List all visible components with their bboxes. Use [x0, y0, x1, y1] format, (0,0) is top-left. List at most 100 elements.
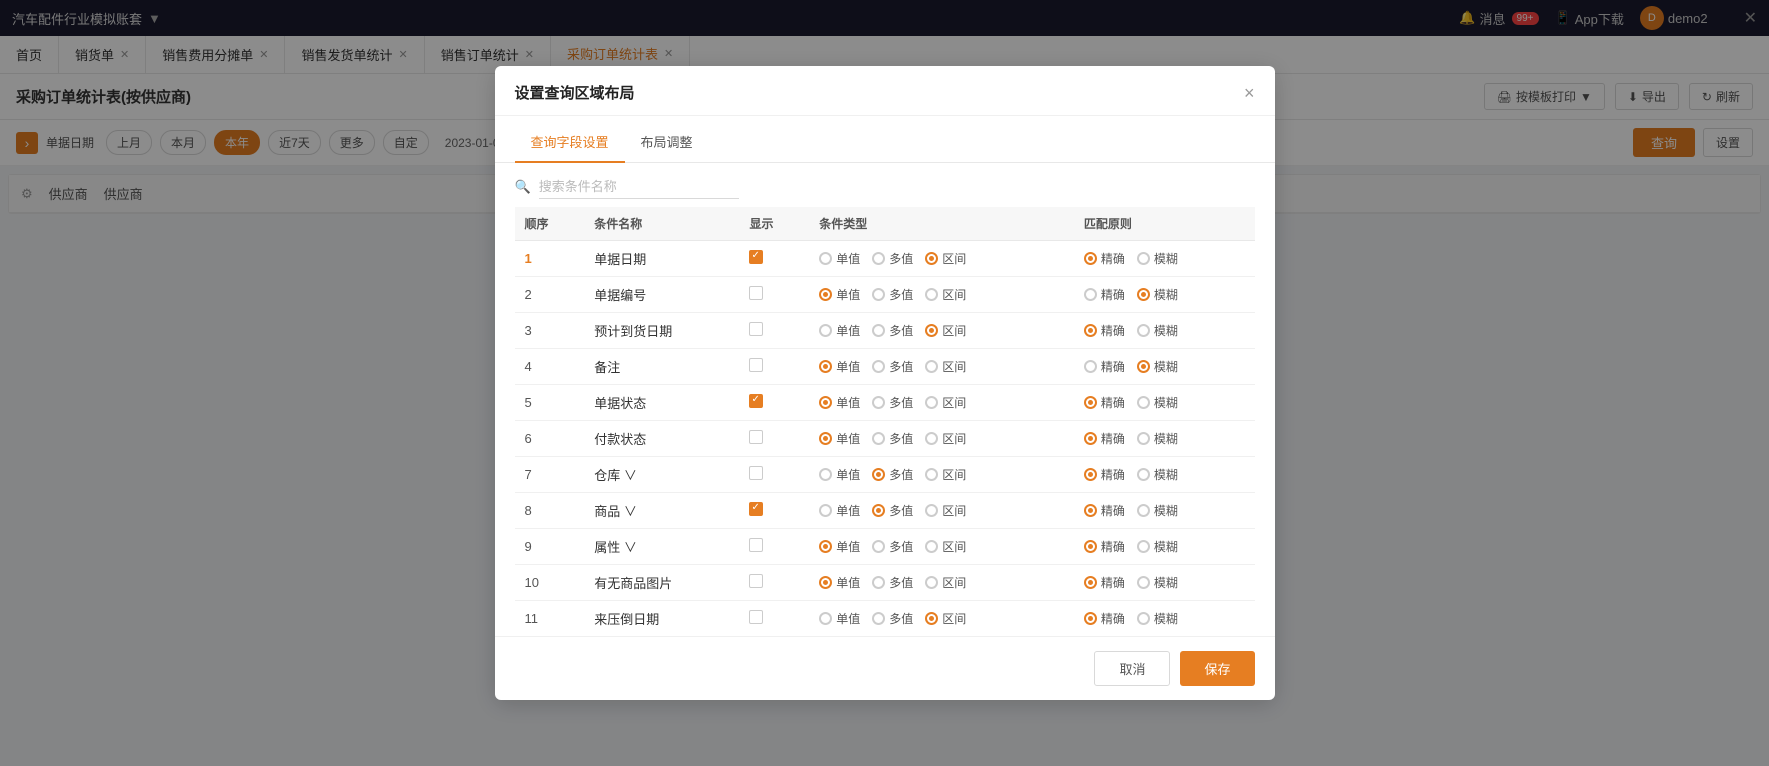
- radio-type-单值[interactable]: 单值: [819, 538, 860, 555]
- radio-type-单值[interactable]: 单值: [819, 502, 860, 519]
- search-input[interactable]: [539, 175, 739, 199]
- radio-type-单值[interactable]: 单值: [819, 610, 860, 627]
- radio-match-模糊[interactable]: 模糊: [1137, 538, 1178, 555]
- row-checkbox-cell: [739, 313, 809, 349]
- radio-type-多值[interactable]: 多值: [872, 610, 913, 627]
- radio-match-模糊[interactable]: 模糊: [1137, 502, 1178, 519]
- radio-type-单值[interactable]: 单值: [819, 466, 860, 483]
- radio-type-区间[interactable]: 区间: [925, 466, 966, 483]
- row-checkbox[interactable]: [749, 610, 763, 624]
- table-row: 7仓库 ∨单值多值区间精确模糊: [515, 457, 1255, 493]
- radio-match-精确[interactable]: 精确: [1084, 250, 1125, 267]
- radio-match-模糊[interactable]: 模糊: [1137, 466, 1178, 483]
- row-checkbox[interactable]: [749, 394, 763, 408]
- radio-match-模糊[interactable]: 模糊: [1137, 250, 1178, 267]
- radio-match-精确[interactable]: 精确: [1084, 466, 1125, 483]
- table-row: 9属性 ∨单值多值区间精确模糊: [515, 529, 1255, 565]
- row-seq: 11: [515, 601, 585, 637]
- row-checkbox[interactable]: [749, 430, 763, 444]
- dialog-table-wrap: 顺序 条件名称 显示 条件类型 匹配原则 1单据日期单值多值区间精确模糊2单据编…: [495, 207, 1275, 636]
- radio-match-模糊[interactable]: 模糊: [1137, 286, 1178, 303]
- row-checkbox-cell: [739, 529, 809, 565]
- row-checkbox[interactable]: [749, 574, 763, 588]
- cancel-button[interactable]: 取消: [1094, 651, 1170, 686]
- radio-type-单值[interactable]: 单值: [819, 394, 860, 411]
- radio-match-精确[interactable]: 精确: [1084, 394, 1125, 411]
- row-name: 单据状态: [584, 385, 739, 421]
- radio-type-单值[interactable]: 单值: [819, 322, 860, 339]
- radio-type-多值[interactable]: 多值: [872, 466, 913, 483]
- radio-type-区间[interactable]: 区间: [925, 430, 966, 447]
- row-checkbox[interactable]: [749, 502, 763, 516]
- radio-match-精确[interactable]: 精确: [1084, 538, 1125, 555]
- radio-match-精确[interactable]: 精确: [1084, 610, 1125, 627]
- row-checkbox[interactable]: [749, 466, 763, 480]
- radio-match-模糊[interactable]: 模糊: [1137, 358, 1178, 375]
- radio-type-多值[interactable]: 多值: [872, 502, 913, 519]
- radio-match-精确[interactable]: 精确: [1084, 286, 1125, 303]
- col-match: 匹配原则: [1074, 207, 1255, 241]
- radio-type-区间[interactable]: 区间: [925, 358, 966, 375]
- radio-type-多值[interactable]: 多值: [872, 322, 913, 339]
- radio-type-区间[interactable]: 区间: [925, 538, 966, 555]
- radio-match-精确[interactable]: 精确: [1084, 358, 1125, 375]
- row-seq: 5: [515, 385, 585, 421]
- row-seq: 2: [515, 277, 585, 313]
- row-name: 有无商品图片: [584, 565, 739, 601]
- radio-type-单值[interactable]: 单值: [819, 430, 860, 447]
- row-name: 单据日期: [584, 241, 739, 277]
- radio-type-单值[interactable]: 单值: [819, 574, 860, 591]
- dialog-tab-layout[interactable]: 布局调整: [625, 126, 709, 163]
- row-checkbox[interactable]: [749, 322, 763, 336]
- row-type-cell: 单值多值区间: [809, 565, 1074, 601]
- save-button[interactable]: 保存: [1180, 651, 1254, 686]
- radio-type-多值[interactable]: 多值: [872, 394, 913, 411]
- radio-type-单值[interactable]: 单值: [819, 286, 860, 303]
- col-show: 显示: [739, 207, 809, 241]
- radio-match-精确[interactable]: 精确: [1084, 322, 1125, 339]
- radio-type-区间[interactable]: 区间: [925, 394, 966, 411]
- radio-type-区间[interactable]: 区间: [925, 502, 966, 519]
- row-match-cell: 精确模糊: [1074, 421, 1255, 457]
- dialog-tabs: 查询字段设置 布局调整: [495, 116, 1275, 163]
- dialog-footer: 取消 保存: [495, 636, 1275, 700]
- table-header: 顺序 条件名称 显示 条件类型 匹配原则: [515, 207, 1255, 241]
- radio-match-模糊[interactable]: 模糊: [1137, 394, 1178, 411]
- row-checkbox[interactable]: [749, 250, 763, 264]
- radio-match-模糊[interactable]: 模糊: [1137, 574, 1178, 591]
- radio-type-单值[interactable]: 单值: [819, 250, 860, 267]
- row-seq: 8: [515, 493, 585, 529]
- overlay: 设置查询区域布局 × 查询字段设置 布局调整 🔍 顺序 条件名称: [0, 0, 1769, 766]
- radio-type-多值[interactable]: 多值: [872, 430, 913, 447]
- radio-type-多值[interactable]: 多值: [872, 574, 913, 591]
- row-type-cell: 单值多值区间: [809, 529, 1074, 565]
- radio-type-区间[interactable]: 区间: [925, 610, 966, 627]
- row-checkbox[interactable]: [749, 286, 763, 300]
- radio-type-多值[interactable]: 多值: [872, 250, 913, 267]
- radio-match-模糊[interactable]: 模糊: [1137, 322, 1178, 339]
- dialog-close-button[interactable]: ×: [1244, 84, 1255, 102]
- table-row: 6付款状态单值多值区间精确模糊: [515, 421, 1255, 457]
- radio-match-模糊[interactable]: 模糊: [1137, 430, 1178, 447]
- row-type-cell: 单值多值区间: [809, 349, 1074, 385]
- radio-match-精确[interactable]: 精确: [1084, 502, 1125, 519]
- row-match-cell: 精确模糊: [1074, 349, 1255, 385]
- row-name: 来压倒日期: [584, 601, 739, 637]
- radio-type-多值[interactable]: 多值: [872, 538, 913, 555]
- row-checkbox[interactable]: [749, 538, 763, 552]
- radio-type-区间[interactable]: 区间: [925, 322, 966, 339]
- radio-match-模糊[interactable]: 模糊: [1137, 610, 1178, 627]
- row-match-cell: 精确模糊: [1074, 565, 1255, 601]
- dialog-tab-query-fields[interactable]: 查询字段设置: [515, 126, 625, 163]
- radio-type-区间[interactable]: 区间: [925, 286, 966, 303]
- radio-match-精确[interactable]: 精确: [1084, 574, 1125, 591]
- radio-type-多值[interactable]: 多值: [872, 358, 913, 375]
- radio-type-区间[interactable]: 区间: [925, 574, 966, 591]
- row-match-cell: 精确模糊: [1074, 313, 1255, 349]
- row-checkbox[interactable]: [749, 358, 763, 372]
- row-name: 单据编号: [584, 277, 739, 313]
- radio-type-多值[interactable]: 多值: [872, 286, 913, 303]
- radio-type-区间[interactable]: 区间: [925, 250, 966, 267]
- radio-type-单值[interactable]: 单值: [819, 358, 860, 375]
- radio-match-精确[interactable]: 精确: [1084, 430, 1125, 447]
